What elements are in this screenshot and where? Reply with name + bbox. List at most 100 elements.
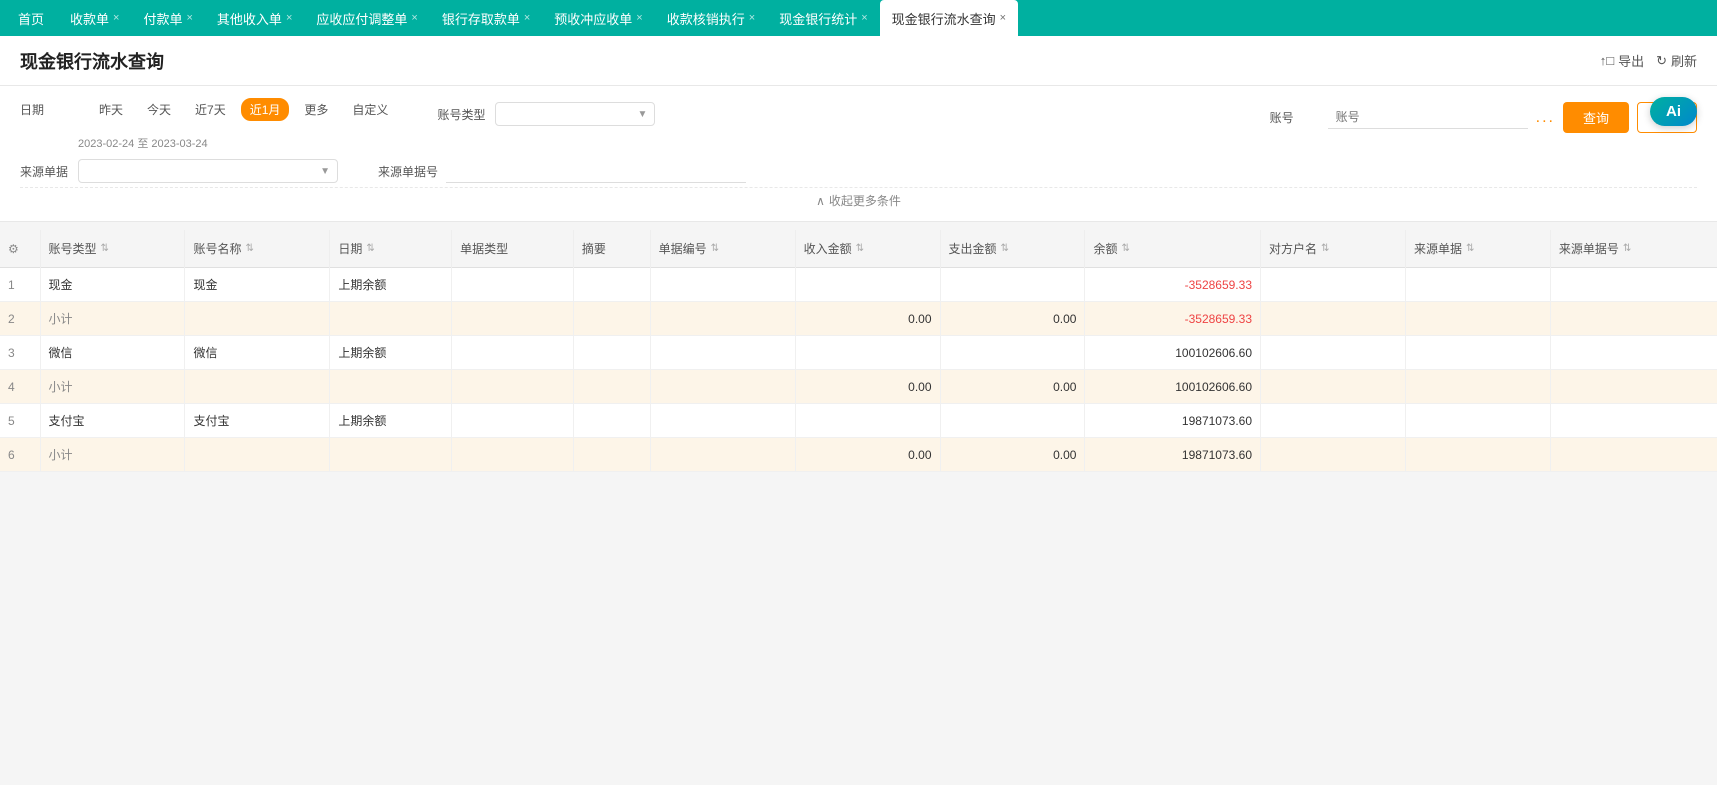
- nav-close-1[interactable]: ×: [186, 12, 192, 24]
- nav-close-2[interactable]: ×: [286, 12, 292, 24]
- cell-date: 上期余额: [330, 268, 452, 302]
- table-row: 3 微信 微信 上期余额 100102606.60: [0, 336, 1717, 370]
- header-actions: ↑□ 导出 ↻ 刷新: [1600, 51, 1697, 70]
- nav-tab-8[interactable]: 现金银行流水查询 ×: [880, 0, 1018, 36]
- th-source-doc: 来源单据 ⇅: [1405, 230, 1550, 268]
- table-row: 5 支付宝 支付宝 上期余额 19871073.60: [0, 404, 1717, 438]
- nav-close-0[interactable]: ×: [113, 12, 119, 24]
- cell-account-type: 支付宝: [40, 404, 185, 438]
- account-type-label: 账号类型: [437, 106, 487, 123]
- cell-account-name: [185, 370, 330, 404]
- th-date: 日期 ⇅: [330, 230, 452, 268]
- account-input[interactable]: [1328, 106, 1528, 129]
- ai-badge[interactable]: Ai: [1650, 97, 1697, 126]
- cell-income: 0.00: [795, 370, 940, 404]
- nav-tab-6[interactable]: 收款核销执行 ×: [655, 0, 767, 36]
- cell-account-name: 现金: [185, 268, 330, 302]
- cell-source-doc: [1405, 302, 1550, 336]
- account-type-select[interactable]: 现金 微信 支付宝: [495, 102, 655, 126]
- cell-income: 0.00: [795, 302, 940, 336]
- table-row: 2 小计 0.00 0.00 -3528659.33: [0, 302, 1717, 336]
- nav-close-7[interactable]: ×: [861, 12, 867, 24]
- th-doc-no: 单据编号 ⇅: [650, 230, 795, 268]
- cell-account-name: 支付宝: [185, 404, 330, 438]
- cell-account-name: 微信: [185, 336, 330, 370]
- nav-tab-3[interactable]: 应收应付调整单 ×: [304, 0, 429, 36]
- cell-income: [795, 268, 940, 302]
- date-btn-custom[interactable]: 自定义: [343, 98, 397, 121]
- cell-account-type: 现金: [40, 268, 185, 302]
- cell-summary: [573, 438, 650, 472]
- table-container: ⚙ 账号类型 ⇅ 账号名称 ⇅ 日期: [0, 230, 1717, 472]
- nav-close-3[interactable]: ×: [411, 12, 417, 24]
- date-shortcuts: 昨天 今天 近7天 近1月 更多 自定义: [90, 98, 397, 121]
- date-btn-today[interactable]: 今天: [138, 98, 180, 121]
- export-button[interactable]: ↑□ 导出: [1600, 51, 1644, 70]
- cell-doc-no: [650, 268, 795, 302]
- cell-account-type: 小计: [40, 438, 185, 472]
- sort-icon-balance: ⇅: [1121, 243, 1129, 254]
- cell-counterpart: [1261, 438, 1406, 472]
- table-body: 1 现金 现金 上期余额 -3528659.33 2 小计 0.00 0.00 …: [0, 268, 1717, 472]
- filter-row-date: 日期 昨天 今天 近7天 近1月 更多 自定义: [20, 98, 397, 121]
- nav-close-8[interactable]: ×: [1000, 12, 1006, 24]
- date-btn-more[interactable]: 更多: [295, 98, 337, 121]
- cell-source-doc-no: [1550, 438, 1717, 472]
- nav-tab-0[interactable]: 收款单 ×: [58, 0, 131, 36]
- nav-tab-7[interactable]: 现金银行统计 ×: [767, 0, 879, 36]
- cell-source-doc-no: [1550, 336, 1717, 370]
- sort-icon-counterpart: ⇅: [1321, 243, 1329, 254]
- cell-num: 4: [0, 370, 40, 404]
- cell-summary: [573, 268, 650, 302]
- cell-doc-type: [452, 336, 574, 370]
- cell-num: 5: [0, 404, 40, 438]
- export-icon: ↑□: [1600, 53, 1614, 68]
- cell-expense: 0.00: [940, 370, 1085, 404]
- cell-date: [330, 370, 452, 404]
- cell-num: 2: [0, 302, 40, 336]
- cell-source-doc: [1405, 404, 1550, 438]
- cell-account-type: 微信: [40, 336, 185, 370]
- cell-source-doc: [1405, 336, 1550, 370]
- nav-close-5[interactable]: ×: [636, 12, 642, 24]
- nav-tab-2[interactable]: 其他收入单 ×: [205, 0, 304, 36]
- cell-doc-no: [650, 302, 795, 336]
- date-btn-7days[interactable]: 近7天: [186, 98, 235, 121]
- nav-close-6[interactable]: ×: [749, 12, 755, 24]
- cell-expense: 0.00: [940, 438, 1085, 472]
- cell-balance: 100102606.60: [1085, 370, 1261, 404]
- cell-account-type: 小计: [40, 302, 185, 336]
- nav-tab-1[interactable]: 付款单 ×: [131, 0, 204, 36]
- table-settings-icon[interactable]: ⚙: [8, 242, 19, 256]
- th-expense: 支出金额 ⇅: [940, 230, 1085, 268]
- cell-doc-no: [650, 336, 795, 370]
- cell-doc-type: [452, 302, 574, 336]
- cell-account-type: 小计: [40, 370, 185, 404]
- date-btn-1month[interactable]: 近1月: [241, 98, 290, 121]
- cell-num: 3: [0, 336, 40, 370]
- cell-income: 0.00: [795, 438, 940, 472]
- cell-balance: 19871073.60: [1085, 438, 1261, 472]
- sort-icon-account-name: ⇅: [245, 243, 253, 254]
- cell-doc-type: [452, 370, 574, 404]
- th-doc-type: 单据类型: [452, 230, 574, 268]
- refresh-button[interactable]: ↻ 刷新: [1656, 51, 1697, 70]
- nav-tab-4[interactable]: 银行存取款单 ×: [430, 0, 542, 36]
- nav-close-4[interactable]: ×: [524, 12, 530, 24]
- dots-button[interactable]: ...: [1536, 109, 1555, 127]
- page-title: 现金银行流水查询: [20, 48, 164, 74]
- cell-doc-no: [650, 404, 795, 438]
- collapse-bar[interactable]: ∧ 收起更多条件: [20, 187, 1697, 213]
- cell-date: [330, 302, 452, 336]
- cell-source-doc-no: [1550, 268, 1717, 302]
- source-doc-select[interactable]: [78, 159, 338, 183]
- cell-num: 1: [0, 268, 40, 302]
- source-doc-num-input[interactable]: [446, 160, 746, 183]
- cell-income: [795, 336, 940, 370]
- nav-tab-5[interactable]: 预收冲应收单 ×: [542, 0, 654, 36]
- filter-section: 日期 昨天 今天 近7天 近1月 更多 自定义 2023-02-24 至 202…: [0, 86, 1717, 222]
- date-btn-yesterday[interactable]: 昨天: [90, 98, 132, 121]
- sort-icon-income: ⇅: [856, 243, 864, 254]
- nav-home[interactable]: 首页: [4, 0, 58, 36]
- query-button[interactable]: 查询: [1563, 102, 1629, 133]
